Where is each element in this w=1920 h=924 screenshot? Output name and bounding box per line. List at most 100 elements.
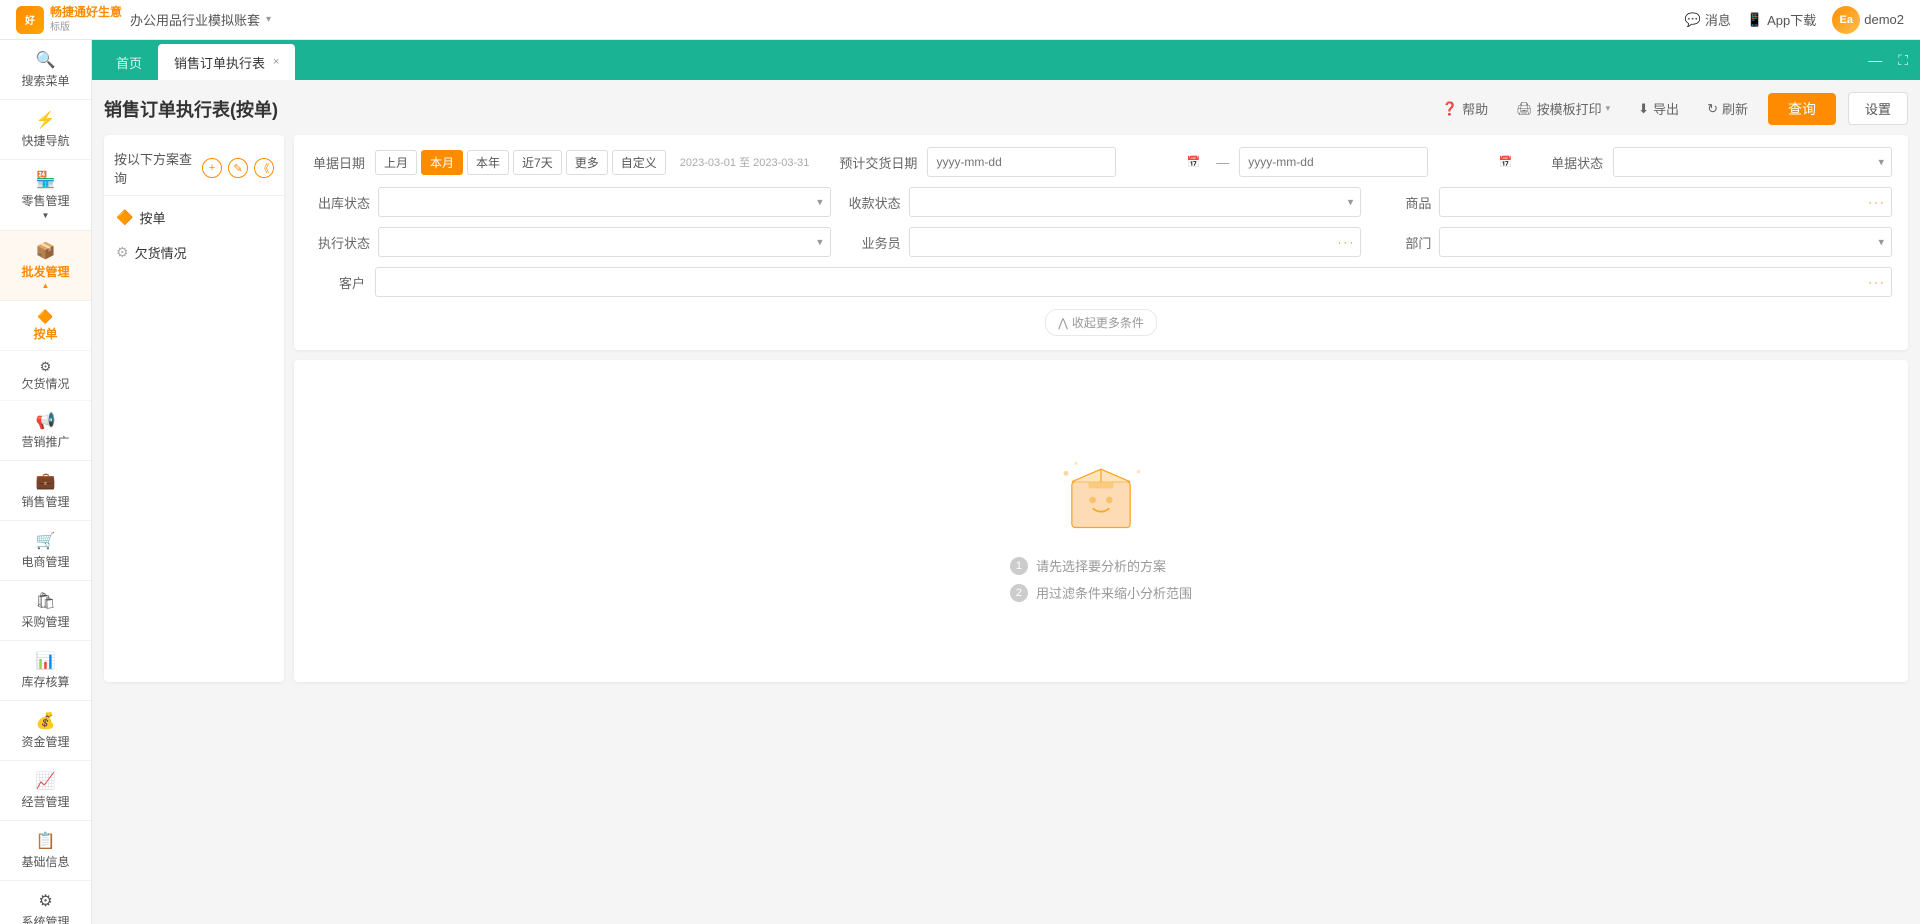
dept-select[interactable] xyxy=(1439,227,1892,257)
template-print-btn[interactable]: 🖨 按模板打印 ▾ xyxy=(1508,95,1618,122)
settings-btn[interactable]: 设置 xyxy=(1848,92,1908,125)
salesman-more-btn[interactable]: ··· xyxy=(1337,235,1355,249)
sidebar-sub-item-oweinfo[interactable]: ⚙ 欠货情况 xyxy=(0,351,91,401)
split-layout: 按以下方案查询 + ✎ 《 🔶 按单 ⚙ 欠货情况 xyxy=(104,135,1908,682)
status-select[interactable] xyxy=(1613,147,1892,177)
tab-close-btn[interactable]: × xyxy=(273,56,279,68)
top-header: 好 畅捷通好生意 标版 办公用品行业模拟账套 ▾ 💬 消息 📱 App下载 Ea… xyxy=(0,0,1920,40)
filter-card: 单据日期 上月 本月 本年 近7天 更多 自定义 2023-03-01 至 20… xyxy=(294,135,1908,350)
sidebar-item-operation[interactable]: 📈 经营管理 xyxy=(0,761,91,821)
customer-label: 客户 xyxy=(310,273,365,292)
sidebar-item-basic[interactable]: 📋 基础信息 xyxy=(0,821,91,881)
system-icon: ⚙ xyxy=(38,891,52,911)
ecommerce-icon: 🛒 xyxy=(36,531,56,551)
left-panel-header: 按以下方案查询 + ✎ 《 xyxy=(104,145,284,196)
sidebar-item-system[interactable]: ⚙ 系统管理 xyxy=(0,881,91,924)
expected-date-label: 预计交货日期 xyxy=(839,153,917,172)
avatar: Ea xyxy=(1832,6,1860,34)
refresh-btn[interactable]: ↻ 刷新 xyxy=(1699,95,1756,122)
sidebar-item-quicknav[interactable]: ⚡ 快捷导航 xyxy=(0,100,91,160)
inventory-icon: 📊 xyxy=(36,651,56,671)
tab-minimize-btn[interactable]: — xyxy=(1864,52,1886,68)
goods-label: 商品 xyxy=(1371,193,1431,212)
sidebar-item-sales[interactable]: 💼 销售管理 xyxy=(0,461,91,521)
sidebar-item-purchase[interactable]: 🛍 采购管理 xyxy=(0,581,91,641)
exec-select-wrapper xyxy=(378,227,831,257)
industry-selector[interactable]: 办公用品行业模拟账套 ▾ xyxy=(130,10,271,29)
date-separator: — xyxy=(1216,155,1229,170)
print-icon: 🖨 xyxy=(1516,101,1533,117)
salesman-filter: 业务员 ··· xyxy=(841,227,1362,257)
page-actions: ❓ 帮助 🖨 按模板打印 ▾ ⬇ 导出 ↻ 刷新 xyxy=(1434,92,1908,125)
payment-filter: 收款状态 xyxy=(841,187,1362,217)
payment-label: 收款状态 xyxy=(841,193,901,212)
sidebar-item-wholesale[interactable]: 📦 批发管理 ▲ xyxy=(0,231,91,301)
sidebar-item-finance[interactable]: 💰 资金管理 xyxy=(0,701,91,761)
scheme-add-btn[interactable]: + xyxy=(202,158,222,178)
exec-label: 执行状态 xyxy=(310,233,370,252)
salesman-input[interactable] xyxy=(909,227,1362,257)
sidebar-item-marketing[interactable]: 📢 营销推广 xyxy=(0,401,91,461)
payment-select[interactable] xyxy=(909,187,1362,217)
collapse-btn[interactable]: ⋀ 收起更多条件 xyxy=(1045,309,1157,336)
date-btn-more[interactable]: 更多 xyxy=(566,150,608,175)
query-btn[interactable]: 查询 xyxy=(1768,93,1836,125)
sidebar-item-ecommerce[interactable]: 🛒 电商管理 xyxy=(0,521,91,581)
sidebar-sub-item-anpan[interactable]: 🔶 按单 xyxy=(0,301,91,351)
filter-row-4: 客户 ··· xyxy=(310,267,1892,297)
sidebar-item-search[interactable]: 🔍 搜索菜单 xyxy=(0,40,91,100)
goods-more-btn[interactable]: ··· xyxy=(1868,195,1886,209)
scheme-edit-btn[interactable]: ✎ xyxy=(228,158,248,178)
purchase-icon: 🛍 xyxy=(35,591,55,611)
empty-tips: 1 请先选择要分析的方案 2 用过滤条件来缩小分析范围 xyxy=(1010,556,1192,602)
scheme-item-anpan[interactable]: 🔶 按单 xyxy=(104,200,284,235)
date-btn-this-year[interactable]: 本年 xyxy=(467,150,509,175)
right-filter-panel: 单据日期 上月 本月 本年 近7天 更多 自定义 2023-03-01 至 20… xyxy=(294,135,1908,682)
collapse-row: ⋀ 收起更多条件 xyxy=(310,303,1892,338)
customer-input[interactable] xyxy=(375,267,1892,297)
scheme-collapse-btn[interactable]: 《 xyxy=(254,158,274,178)
date-btn-7days[interactable]: 近7天 xyxy=(513,150,562,175)
sidebar-item-retail[interactable]: 🏪 零售管理 xyxy=(0,160,91,231)
scheme-item-owe[interactable]: ⚙ 欠货情况 xyxy=(104,235,284,270)
date-btn-last-month[interactable]: 上月 xyxy=(375,150,417,175)
expected-date-start[interactable] xyxy=(927,147,1116,177)
tab-bar-actions: — ⛶ xyxy=(1864,40,1912,80)
left-panel-actions: + ✎ 《 xyxy=(202,158,274,178)
user-menu[interactable]: Ea demo2 xyxy=(1832,6,1904,34)
tab-maximize-btn[interactable]: ⛶ xyxy=(1894,52,1912,69)
tab-sales-exec[interactable]: 销售订单执行表 × xyxy=(158,44,295,80)
page-title-bar: 销售订单执行表(按单) ❓ 帮助 🖨 按模板打印 ▾ ⬇ 导出 xyxy=(104,92,1908,125)
empty-illustration xyxy=(1051,440,1151,540)
basic-icon: 📋 xyxy=(36,831,56,851)
chevron-down-icon: ▾ xyxy=(266,14,271,25)
exec-select[interactable] xyxy=(378,227,831,257)
finance-icon: 💰 xyxy=(36,711,56,731)
scheme-item-icon: 🔶 xyxy=(116,209,133,226)
export-btn[interactable]: ⬇ 导出 xyxy=(1630,95,1687,122)
customer-more-btn[interactable]: ··· xyxy=(1868,275,1886,289)
delivery-select-wrapper xyxy=(378,187,831,217)
left-scheme-panel: 按以下方案查询 + ✎ 《 🔶 按单 ⚙ 欠货情况 xyxy=(104,135,284,682)
collapse-arrow-icon: ⋀ xyxy=(1058,316,1068,330)
expected-date-end-wrapper xyxy=(1239,147,1518,177)
delivery-select[interactable] xyxy=(378,187,831,217)
payment-select-wrapper xyxy=(909,187,1362,217)
goods-input[interactable] xyxy=(1439,187,1892,217)
download-icon: 📱 xyxy=(1747,12,1763,28)
tab-home[interactable]: 首页 xyxy=(100,44,158,80)
wholesale-icon: 📦 xyxy=(36,241,56,261)
goods-control: ··· xyxy=(1439,187,1892,217)
tip-num-2: 2 xyxy=(1010,584,1028,602)
salesman-control: ··· xyxy=(909,227,1362,257)
help-btn[interactable]: ❓ 帮助 xyxy=(1434,95,1496,122)
operation-icon: 📈 xyxy=(36,771,56,791)
expected-date-end[interactable] xyxy=(1239,147,1428,177)
message-btn[interactable]: 💬 消息 xyxy=(1685,10,1731,29)
refresh-icon: ↻ xyxy=(1707,101,1718,117)
date-range-hint: 2023-03-01 至 2023-03-31 xyxy=(680,154,810,170)
app-download-btn[interactable]: 📱 App下载 xyxy=(1747,10,1816,29)
date-btn-this-month[interactable]: 本月 xyxy=(421,150,463,175)
sidebar-item-inventory[interactable]: 📊 库存核算 xyxy=(0,641,91,701)
date-btn-custom[interactable]: 自定义 xyxy=(612,150,666,175)
